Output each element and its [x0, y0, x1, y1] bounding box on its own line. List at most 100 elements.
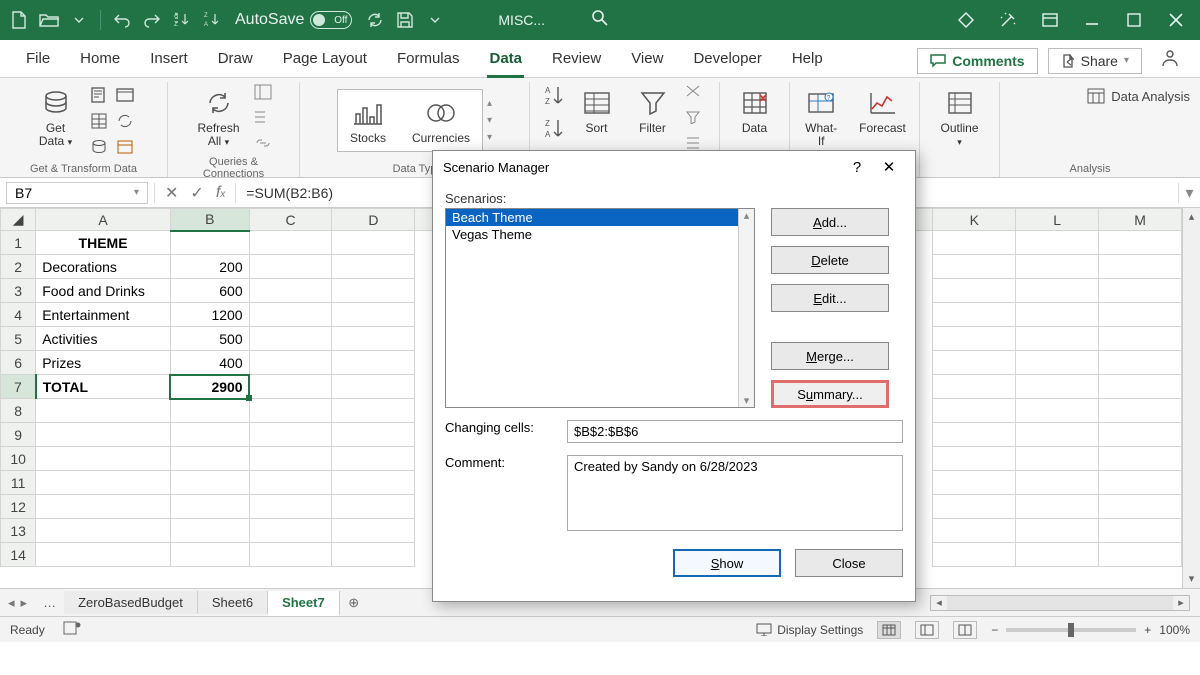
add-button[interactable]: AAdd...dd...	[771, 208, 889, 236]
dialog-close-button[interactable]: ✕	[873, 153, 905, 181]
row-header-12[interactable]: 12	[1, 495, 36, 519]
row-header-8[interactable]: 8	[1, 399, 36, 423]
tab-insert[interactable]: Insert	[136, 42, 202, 77]
forecast-button[interactable]: Forecast	[853, 84, 912, 137]
col-header-d[interactable]: D	[332, 209, 415, 231]
row-header-3[interactable]: 3	[1, 279, 36, 303]
filter-button[interactable]: Filter	[629, 84, 677, 137]
row-header-4[interactable]: 4	[1, 303, 36, 327]
scroll-track[interactable]	[1183, 226, 1200, 570]
macro-record-icon[interactable]	[63, 621, 81, 638]
sort-asc-icon[interactable]: AZ	[169, 7, 195, 33]
edit-button[interactable]: Edit...	[771, 284, 889, 312]
close-icon[interactable]	[1158, 6, 1194, 34]
cancel-formula-icon[interactable]: ✕	[165, 183, 178, 203]
row-header-2[interactable]: 2	[1, 255, 36, 279]
sort-button[interactable]: Sort	[573, 84, 621, 137]
dropdown-icon[interactable]	[66, 7, 92, 33]
row-header-14[interactable]: 14	[1, 543, 36, 567]
cell-a3[interactable]: Food and Drinks	[36, 279, 171, 303]
add-sheet-button[interactable]: ⊕	[340, 595, 368, 611]
view-normal-icon[interactable]	[877, 621, 901, 639]
row-header-7[interactable]: 7	[1, 375, 36, 399]
vertical-scrollbar[interactable]: ▴ ▾	[1182, 208, 1200, 588]
row-header-13[interactable]: 13	[1, 519, 36, 543]
zoom-control[interactable]: − + 100%	[991, 623, 1190, 637]
cell-a7[interactable]: TOTAL	[36, 375, 171, 399]
reapply-icon[interactable]	[685, 110, 707, 132]
refresh-all-button[interactable]: Refresh All ▾	[191, 84, 245, 151]
sheet-overflow[interactable]: …	[35, 595, 64, 610]
tab-data[interactable]: Data	[475, 42, 536, 77]
cell-a2[interactable]: Decorations	[36, 255, 171, 279]
comments-button[interactable]: Comments	[917, 48, 1037, 74]
diamond-icon[interactable]	[948, 6, 984, 34]
merge-button[interactable]: Merge...	[771, 342, 889, 370]
scenarios-listbox[interactable]: Beach Theme Vegas Theme ▴▾	[445, 208, 755, 408]
existing-icon[interactable]	[114, 136, 136, 158]
row-header-10[interactable]: 10	[1, 447, 36, 471]
from-text-icon[interactable]	[88, 84, 110, 106]
fx-icon[interactable]: fx	[216, 184, 225, 202]
from-web-icon[interactable]	[114, 84, 136, 106]
delete-button[interactable]: Delete	[771, 246, 889, 274]
data-types-nav[interactable]: ▴▾▾	[487, 98, 492, 143]
col-header-a[interactable]: A	[36, 209, 171, 231]
data-analysis-button[interactable]: Data Analysis	[1087, 88, 1190, 104]
scroll-up-icon[interactable]: ▴	[1183, 208, 1200, 226]
sheet-tab-2[interactable]: Sheet6	[198, 591, 268, 614]
enter-formula-icon[interactable]: ✓	[190, 183, 203, 203]
tab-draw[interactable]: Draw	[204, 42, 267, 77]
currencies-button[interactable]: Currencies	[406, 94, 476, 147]
sheet-nav[interactable]: ◂▸	[0, 595, 35, 611]
summary-button[interactable]: Summary...	[771, 380, 889, 408]
zoom-handle[interactable]	[1068, 623, 1074, 637]
tab-review[interactable]: Review	[538, 42, 615, 77]
row-header-11[interactable]: 11	[1, 471, 36, 495]
zoom-out-icon[interactable]: −	[991, 623, 998, 637]
share-button[interactable]: Share ▾	[1048, 48, 1142, 74]
dropdown-icon[interactable]	[422, 7, 448, 33]
refresh-small-icon[interactable]	[114, 110, 136, 132]
zoom-slider[interactable]	[1006, 628, 1136, 632]
show-button[interactable]: Show	[673, 549, 781, 577]
properties-icon[interactable]	[254, 110, 276, 132]
autosave-toggle[interactable]: Off	[310, 11, 352, 29]
cell-a1[interactable]: THEME	[36, 231, 171, 255]
sheet-tab-1[interactable]: ZeroBasedBudget	[64, 591, 198, 614]
tab-home[interactable]: Home	[66, 42, 134, 77]
sort-az-icon[interactable]: AZ	[543, 84, 565, 113]
sort-za-icon[interactable]: ZA	[543, 117, 565, 146]
close-button[interactable]: Close	[795, 549, 903, 577]
sheet-tab-3[interactable]: Sheet7	[268, 591, 340, 616]
formula-expand-icon[interactable]: ▾	[1178, 183, 1200, 203]
view-page-layout-icon[interactable]	[915, 621, 939, 639]
dialog-help-button[interactable]: ?	[841, 153, 873, 181]
row-header-1[interactable]: 1	[1, 231, 36, 255]
connections-icon[interactable]	[88, 136, 110, 158]
scenario-item-selected[interactable]: Beach Theme	[446, 209, 754, 226]
tab-developer[interactable]: Developer	[679, 42, 775, 77]
new-file-icon[interactable]	[6, 7, 32, 33]
autosave[interactable]: AutoSave Off	[235, 11, 352, 29]
cell-b3[interactable]: 600	[170, 279, 249, 303]
redo-icon[interactable]	[139, 7, 165, 33]
row-header-5[interactable]: 5	[1, 327, 36, 351]
col-header-c[interactable]: C	[249, 209, 332, 231]
tab-view[interactable]: View	[617, 42, 677, 77]
user-icon[interactable]	[1152, 44, 1188, 77]
cell-b5[interactable]: 500	[170, 327, 249, 351]
col-header-l[interactable]: L	[1016, 209, 1099, 231]
scroll-down-icon[interactable]: ▾	[1183, 570, 1200, 588]
cell-b6[interactable]: 400	[170, 351, 249, 375]
undo-icon[interactable]	[109, 7, 135, 33]
display-settings[interactable]: Display Settings	[756, 623, 863, 637]
tab-file[interactable]: File	[12, 42, 64, 77]
col-header-m[interactable]: M	[1099, 209, 1182, 231]
name-box[interactable]: B7▾	[6, 182, 148, 204]
stocks-button[interactable]: Stocks	[344, 94, 392, 147]
row-header-6[interactable]: 6	[1, 351, 36, 375]
cell-b7[interactable]: 2900	[170, 375, 249, 399]
tab-formulas[interactable]: Formulas	[383, 42, 474, 77]
tab-help[interactable]: Help	[778, 42, 837, 77]
